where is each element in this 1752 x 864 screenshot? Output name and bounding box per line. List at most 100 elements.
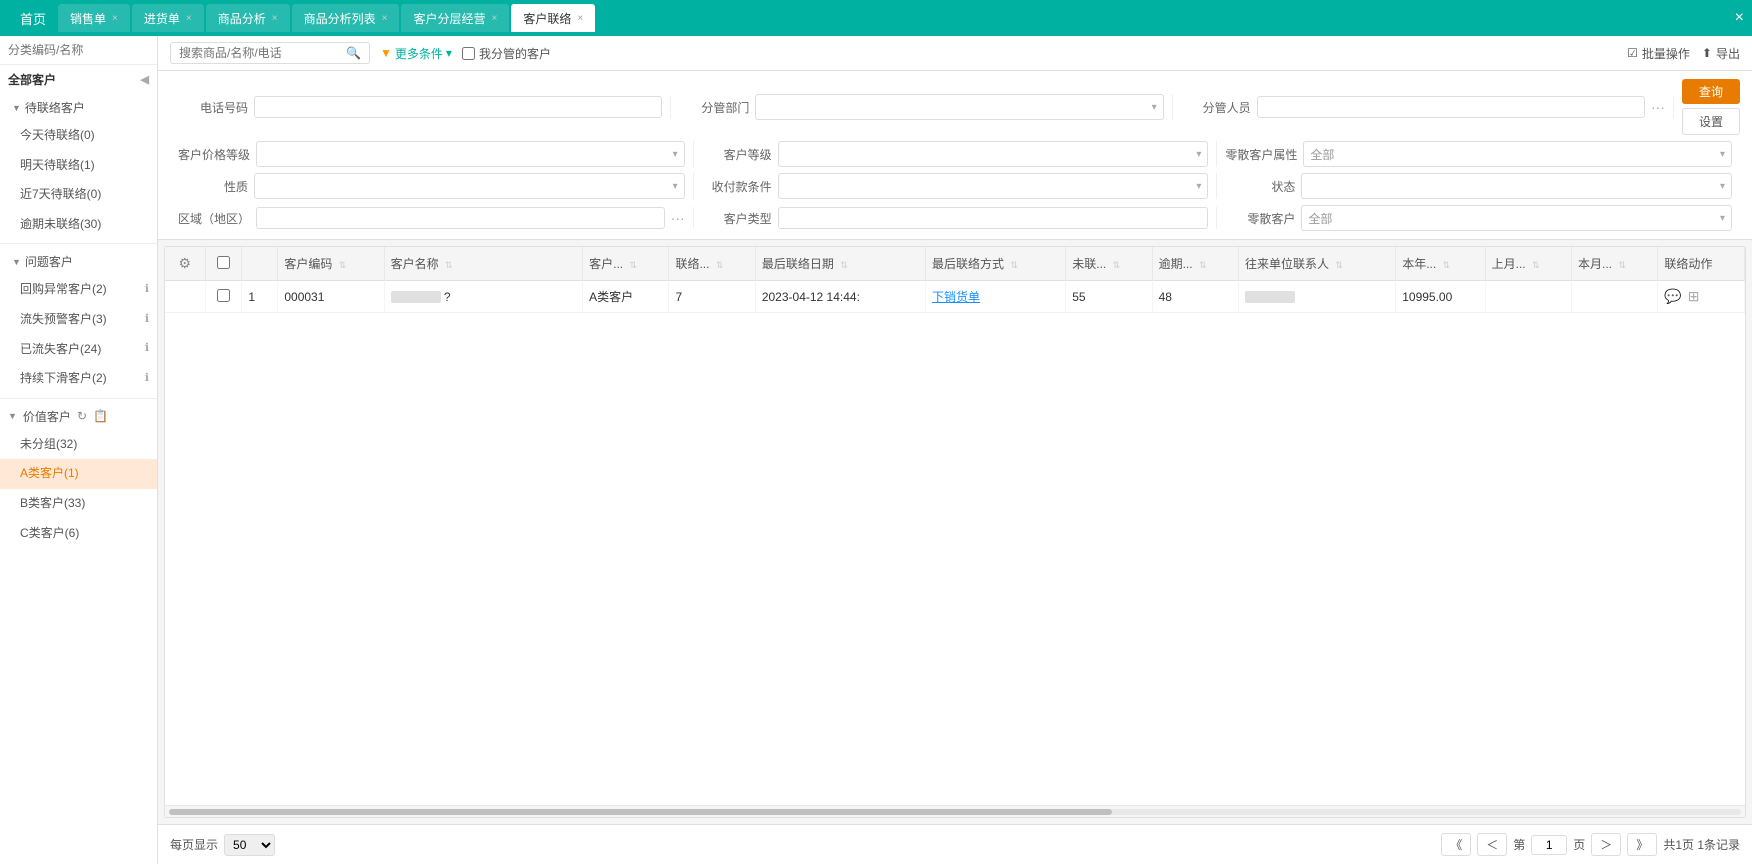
sidebar-search-input[interactable]: [8, 43, 158, 57]
th-overdue[interactable]: 逾期... ⇅: [1152, 247, 1238, 281]
nav-tab-analysis-list-close[interactable]: ×: [382, 13, 388, 24]
sidebar-item-unclassified[interactable]: 未分组(32): [0, 430, 157, 460]
sidebar-all-customers-label: 全部客户: [8, 71, 56, 88]
filter-row-3: 性质 ▾ 收付款条件 ▾ 状态: [170, 173, 1740, 199]
sidebar-item-churn-warning[interactable]: 流失预警客户(3) ℹ: [0, 305, 157, 335]
nav-tab-analysis-list-label: 商品分析列表: [304, 10, 376, 27]
settings-button[interactable]: 设置: [1682, 108, 1740, 135]
sidebar-problem-label: 问题客户: [25, 253, 73, 270]
sidebar-collapse-icon[interactable]: ◀: [141, 73, 149, 86]
th-name[interactable]: 客户名称 ⇅: [384, 247, 583, 281]
th-code[interactable]: 客户编码 ⇅: [278, 247, 384, 281]
sidebar-problem-group[interactable]: ▼ 问题客户: [0, 248, 157, 275]
dots-btn-region[interactable]: ···: [671, 210, 685, 226]
filter-select-customer-level[interactable]: ▾: [778, 141, 1209, 167]
filter-select-retail-attr[interactable]: 全部 ▾: [1303, 141, 1732, 167]
th-checkbox[interactable]: [205, 247, 242, 281]
th-unit-contact-label: 往来单位联系人: [1245, 257, 1329, 271]
th-type[interactable]: 客户... ⇅: [583, 247, 669, 281]
last-method-link[interactable]: 下销货单: [932, 290, 980, 304]
th-this-month[interactable]: 本月... ⇅: [1572, 247, 1658, 281]
scrollbar-thumb[interactable]: [169, 809, 1112, 815]
first-page-btn[interactable]: 《: [1441, 833, 1471, 856]
sidebar-item-c-class[interactable]: C类客户(6): [0, 519, 157, 549]
sidebar-item-churned[interactable]: 已流失客户(24) ℹ: [0, 335, 157, 365]
filter-select-status[interactable]: ▾: [1301, 173, 1732, 199]
my-customer-checkbox-label[interactable]: 我分管的客户: [462, 45, 551, 62]
filter-search-icon[interactable]: 🔍: [346, 46, 361, 60]
barcode-icon[interactable]: ⊞: [1688, 288, 1700, 305]
filter-label-nature: 性质: [178, 178, 248, 195]
prev-page-btn[interactable]: ＜: [1477, 833, 1507, 856]
gear-icon[interactable]: ⚙: [178, 255, 191, 271]
th-gear[interactable]: ⚙: [165, 247, 205, 281]
sidebar-item-tomorrow[interactable]: 明天待联络(1): [0, 151, 157, 181]
nav-tab-customer-layer-close[interactable]: ×: [491, 13, 497, 24]
nav-tab-sales-close[interactable]: ×: [112, 13, 118, 24]
nav-tab-customer-contact[interactable]: 客户联络 ×: [511, 4, 595, 32]
table-empty-space: [165, 313, 1745, 805]
sort-icon-unit-contact: ⇅: [1335, 260, 1343, 270]
window-close-icon[interactable]: ×: [1735, 9, 1744, 27]
sidebar-item-a-class[interactable]: A类客户(1): [0, 459, 157, 489]
filter-select-dept[interactable]: ▾: [755, 94, 1163, 120]
refresh-icon[interactable]: ↻: [77, 409, 87, 423]
sidebar-item-overdue[interactable]: 逾期未联络(30): [0, 210, 157, 240]
th-this-year[interactable]: 本年... ⇅: [1396, 247, 1485, 281]
th-unit-contact[interactable]: 往来单位联系人 ⇅: [1238, 247, 1395, 281]
chat-icon[interactable]: 💬: [1664, 288, 1681, 305]
th-rownum: [242, 247, 278, 281]
batch-op-btn[interactable]: ☑ 批量操作: [1627, 45, 1690, 62]
td-overdue: 48: [1152, 281, 1238, 313]
nav-tab-purchase[interactable]: 进货单 ×: [132, 4, 204, 32]
filter-select-nature[interactable]: ▾: [254, 173, 685, 199]
th-last-method[interactable]: 最后联络方式 ⇅: [925, 247, 1065, 281]
td-this-year: 10995.00: [1396, 281, 1485, 313]
row-checkbox[interactable]: [217, 289, 230, 302]
query-button[interactable]: 查询: [1682, 79, 1740, 104]
export-btn[interactable]: ⬆ 导出: [1702, 45, 1740, 62]
filter-select-payment[interactable]: ▾: [778, 173, 1209, 199]
dots-btn-person[interactable]: ···: [1651, 99, 1665, 115]
add-group-icon[interactable]: 📋: [93, 409, 108, 423]
next-page-btn[interactable]: ＞: [1591, 833, 1621, 856]
sidebar-all-customers-header[interactable]: 全部客户 ◀: [0, 65, 157, 94]
th-last-date[interactable]: 最后联络日期 ⇅: [755, 247, 925, 281]
select-all-checkbox[interactable]: [217, 256, 230, 269]
nav-tab-sales[interactable]: 销售单 ×: [58, 4, 130, 32]
td-last-method[interactable]: 下销货单: [925, 281, 1065, 313]
last-page-btn[interactable]: 》: [1627, 833, 1657, 856]
filter-select-price-level[interactable]: ▾: [256, 141, 685, 167]
nav-home[interactable]: 首页: [8, 9, 58, 28]
filter-input-region[interactable]: [256, 207, 665, 229]
nav-tab-customer-layer[interactable]: 客户分层经营 ×: [401, 4, 509, 32]
nav-tab-purchase-close[interactable]: ×: [186, 13, 192, 24]
sidebar-item-repurchase-abnormal[interactable]: 回购异常客户(2) ℹ: [0, 275, 157, 305]
horizontal-scrollbar[interactable]: [165, 805, 1745, 817]
nav-tab-analysis[interactable]: 商品分析 ×: [206, 4, 290, 32]
filter-cell-retail-attr: 零散客户属性 全部 ▾: [1217, 141, 1740, 167]
filter-input-person[interactable]: [1257, 96, 1645, 118]
th-last-month[interactable]: 上月... ⇅: [1485, 247, 1571, 281]
sidebar-item-7days[interactable]: 近7天待联络(0): [0, 180, 157, 210]
td-checkbox[interactable]: [205, 281, 242, 313]
scrollbar-track[interactable]: [169, 809, 1741, 815]
sidebar-item-b-class[interactable]: B类客户(33): [0, 489, 157, 519]
filter-input-phone[interactable]: [254, 96, 662, 118]
nav-tab-analysis-close[interactable]: ×: [272, 13, 278, 24]
sidebar-item-today[interactable]: 今天待联络(0): [0, 121, 157, 151]
filter-search-input[interactable]: [179, 46, 342, 60]
th-no-contact[interactable]: 未联... ⇅: [1066, 247, 1152, 281]
page-input[interactable]: [1531, 835, 1567, 855]
sidebar-item-declining[interactable]: 持续下滑客户(2) ℹ: [0, 364, 157, 394]
sidebar-pending-group[interactable]: ▼ 待联络客户: [0, 94, 157, 121]
filter-select-retail[interactable]: 全部 ▾: [1301, 205, 1732, 231]
chevron-down-payment: ▾: [1196, 181, 1201, 192]
filter-input-customer-type[interactable]: [778, 207, 1209, 229]
more-conditions-btn[interactable]: ▼ 更多条件 ▾: [380, 45, 452, 62]
nav-tab-customer-contact-close[interactable]: ×: [577, 13, 583, 24]
nav-tab-analysis-list[interactable]: 商品分析列表 ×: [292, 4, 400, 32]
page-size-select[interactable]: 50 100 200: [224, 834, 275, 856]
my-customer-checkbox[interactable]: [462, 47, 475, 60]
th-contact[interactable]: 联络... ⇅: [669, 247, 755, 281]
